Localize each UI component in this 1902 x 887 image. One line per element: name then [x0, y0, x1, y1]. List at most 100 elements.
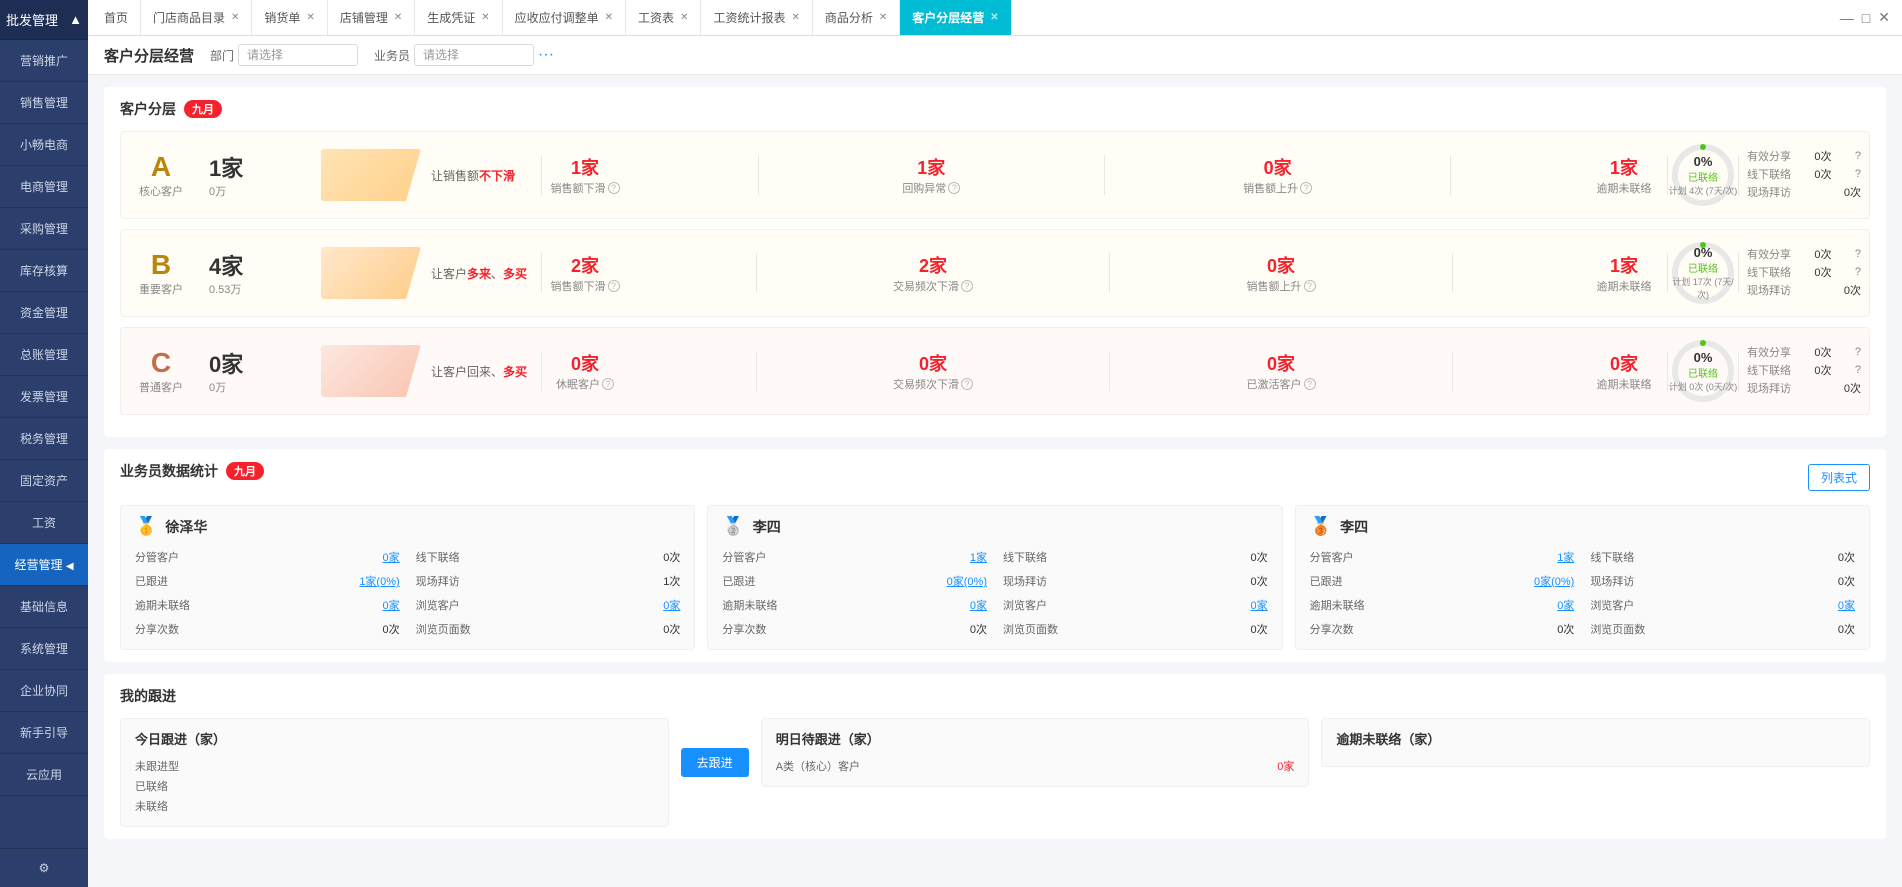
- tab-minimize-icon[interactable]: —: [1840, 10, 1854, 26]
- go-followup-button[interactable]: 去跟进: [681, 748, 749, 777]
- stat-count: 0家: [550, 350, 620, 376]
- month-badge-tier: 九月: [184, 100, 222, 118]
- sp-stat: 浏览页面数 0次: [1590, 619, 1855, 639]
- sidebar-item-operations[interactable]: 经营管理 ◀: [0, 544, 88, 586]
- sp-stat-val[interactable]: 0家(0%): [947, 573, 987, 589]
- sidebar-item-collab[interactable]: 企业协同: [0, 670, 88, 712]
- sp-stat-val[interactable]: 0家(0%): [1534, 573, 1574, 589]
- gear-icon: ⚙: [39, 861, 50, 875]
- sidebar-item-guide[interactable]: 新手引导: [0, 712, 88, 754]
- divider: [1109, 351, 1110, 391]
- rs-val: 0次: [1814, 344, 1831, 360]
- tab-ar-adjust[interactable]: 应收应付调整单 ✕: [503, 0, 626, 36]
- rs-val: 0次: [1814, 362, 1831, 378]
- rs-item: 线下联络 0次 ?: [1747, 362, 1861, 378]
- sp-stat-val[interactable]: 0家: [383, 549, 400, 565]
- list-view-button[interactable]: 列表式: [1808, 464, 1870, 491]
- sidebar-item-sales[interactable]: 销售管理: [0, 82, 88, 124]
- sidebar-item-purchase[interactable]: 采购管理: [0, 208, 88, 250]
- followup-today-title: 今日跟进（家）: [135, 729, 654, 748]
- tab-close-icon[interactable]: ✕: [605, 12, 613, 23]
- more-filters-icon[interactable]: ···: [538, 46, 554, 64]
- sidebar-item-label: 企业协同: [20, 684, 68, 698]
- sidebar-item-label: 销售管理: [20, 96, 68, 110]
- rs-val: 0次: [1814, 166, 1831, 182]
- sidebar-item-basic-info[interactable]: 基础信息: [0, 586, 88, 628]
- stat-c-2: 0家 已激活客户 ?: [1246, 350, 1316, 392]
- tier-a-action: 让销售额不下滑: [431, 167, 541, 184]
- sidebar-header[interactable]: 批发管理 ▲: [0, 0, 88, 40]
- sidebar-item-payroll[interactable]: 工资: [0, 502, 88, 544]
- tier-b-label: B 重要客户: [121, 249, 201, 297]
- tab-close-icon[interactable]: ✕: [394, 12, 402, 23]
- tab-close-icon[interactable]: ✕: [879, 12, 887, 23]
- tab-sales-order[interactable]: 销货单 ✕: [252, 0, 327, 36]
- stat-count: 0家: [1589, 350, 1659, 376]
- rs-item: 线下联络 0次 ?: [1747, 166, 1861, 182]
- tab-store-mgmt[interactable]: 店铺管理 ✕: [328, 0, 415, 36]
- tab-close-all-icon[interactable]: ✕: [1878, 9, 1890, 26]
- sidebar-item-ecommerce[interactable]: 电商管理: [0, 166, 88, 208]
- sp-stat-val[interactable]: 0家: [663, 597, 680, 613]
- info-icon: ?: [1855, 150, 1861, 162]
- sidebar-item-assets[interactable]: 固定资产: [0, 460, 88, 502]
- sp-stat-val[interactable]: 1家: [1557, 549, 1574, 565]
- agent-select[interactable]: 请选择: [414, 44, 534, 66]
- dept-label: 部门: [210, 47, 234, 64]
- followup-tomorrow-title: 明日待跟进（家）: [776, 729, 1295, 748]
- sp-stat-val[interactable]: 0家: [383, 597, 400, 613]
- sp-stat-val[interactable]: 1家(0%): [359, 573, 399, 589]
- tab-payroll[interactable]: 工资表 ✕: [626, 0, 701, 36]
- sidebar-item-cloud[interactable]: 云应用: [0, 754, 88, 796]
- tab-home[interactable]: 首页: [92, 0, 141, 36]
- info-icon: ?: [602, 378, 614, 390]
- followup-btn-col: 去跟进: [681, 718, 749, 777]
- stat-label: 已激活客户 ?: [1246, 376, 1316, 392]
- tier-c-count: 0家 0万: [201, 347, 321, 395]
- sidebar-arrow-icon: ◀: [66, 561, 74, 572]
- tab-close-icon[interactable]: ✕: [231, 12, 239, 23]
- tab-store-products[interactable]: 门店商品目录 ✕: [141, 0, 252, 36]
- tab-payroll-report[interactable]: 工资统计报表 ✕: [701, 0, 812, 36]
- salesperson-section: 业务员数据统计 九月 列表式 🥇 徐泽华 分管客户 0家: [104, 449, 1886, 662]
- sp-stat-val[interactable]: 0家: [1557, 597, 1574, 613]
- sp-rank-icon-1: 🥈: [722, 516, 744, 537]
- tier-b-gauge: 0% 已联络 计划 17次 (7天/次): [1668, 238, 1738, 308]
- page-title: 客户分层经营: [104, 45, 194, 66]
- sp-stat: 浏览客户 0家: [416, 595, 681, 615]
- sidebar-item-invoice[interactable]: 发票管理: [0, 376, 88, 418]
- dept-select[interactable]: 请选择: [238, 44, 358, 66]
- info-icon: ?: [608, 182, 620, 194]
- tab-close-icon[interactable]: ✕: [791, 12, 799, 23]
- tab-close-icon[interactable]: ✕: [481, 12, 489, 23]
- sidebar-item-inventory[interactable]: 库存核算: [0, 250, 88, 292]
- tab-voucher[interactable]: 生成凭证 ✕: [415, 0, 502, 36]
- sidebar-item-ecommerce-small[interactable]: 小畅电商: [0, 124, 88, 166]
- tab-customer-tier[interactable]: 客户分层经营 ✕: [900, 0, 1011, 36]
- tier-b-main-count: 4家: [209, 249, 313, 281]
- sidebar-item-marketing[interactable]: 营销推广: [0, 40, 88, 82]
- sidebar-item-ledger[interactable]: 总账管理: [0, 334, 88, 376]
- tab-label: 商品分析: [825, 9, 873, 26]
- tab-maximize-icon[interactable]: □: [1862, 10, 1870, 26]
- sp-stat-val[interactable]: 0家: [970, 597, 987, 613]
- sp-rank-icon-0: 🥇: [135, 516, 157, 537]
- sp-stat: 已跟进 0家(0%): [1310, 571, 1575, 591]
- sp-stat-val[interactable]: 0家: [1251, 597, 1268, 613]
- sp-stat: 分管客户 1家: [1310, 547, 1575, 567]
- info-icon: ?: [1300, 182, 1312, 194]
- sidebar-collapse-icon: ▲: [69, 12, 82, 27]
- stat-count: 2家: [550, 252, 620, 278]
- tier-c-action: 让客户回来、多买: [431, 363, 541, 380]
- sidebar-item-tax[interactable]: 税务管理: [0, 418, 88, 460]
- tab-close-icon[interactable]: ✕: [680, 12, 688, 23]
- sidebar-item-finance[interactable]: 资金管理: [0, 292, 88, 334]
- tab-product-analysis[interactable]: 商品分析 ✕: [813, 0, 900, 36]
- sp-stat-val[interactable]: 1家: [970, 549, 987, 565]
- sidebar-settings-button[interactable]: ⚙: [0, 848, 88, 887]
- tab-close-icon[interactable]: ✕: [306, 12, 314, 23]
- tab-close-icon[interactable]: ✕: [990, 12, 998, 23]
- sp-stat-val[interactable]: 0家: [1838, 597, 1855, 613]
- sp-stat: 线下联络 0次: [1590, 547, 1855, 567]
- sidebar-item-system[interactable]: 系统管理: [0, 628, 88, 670]
